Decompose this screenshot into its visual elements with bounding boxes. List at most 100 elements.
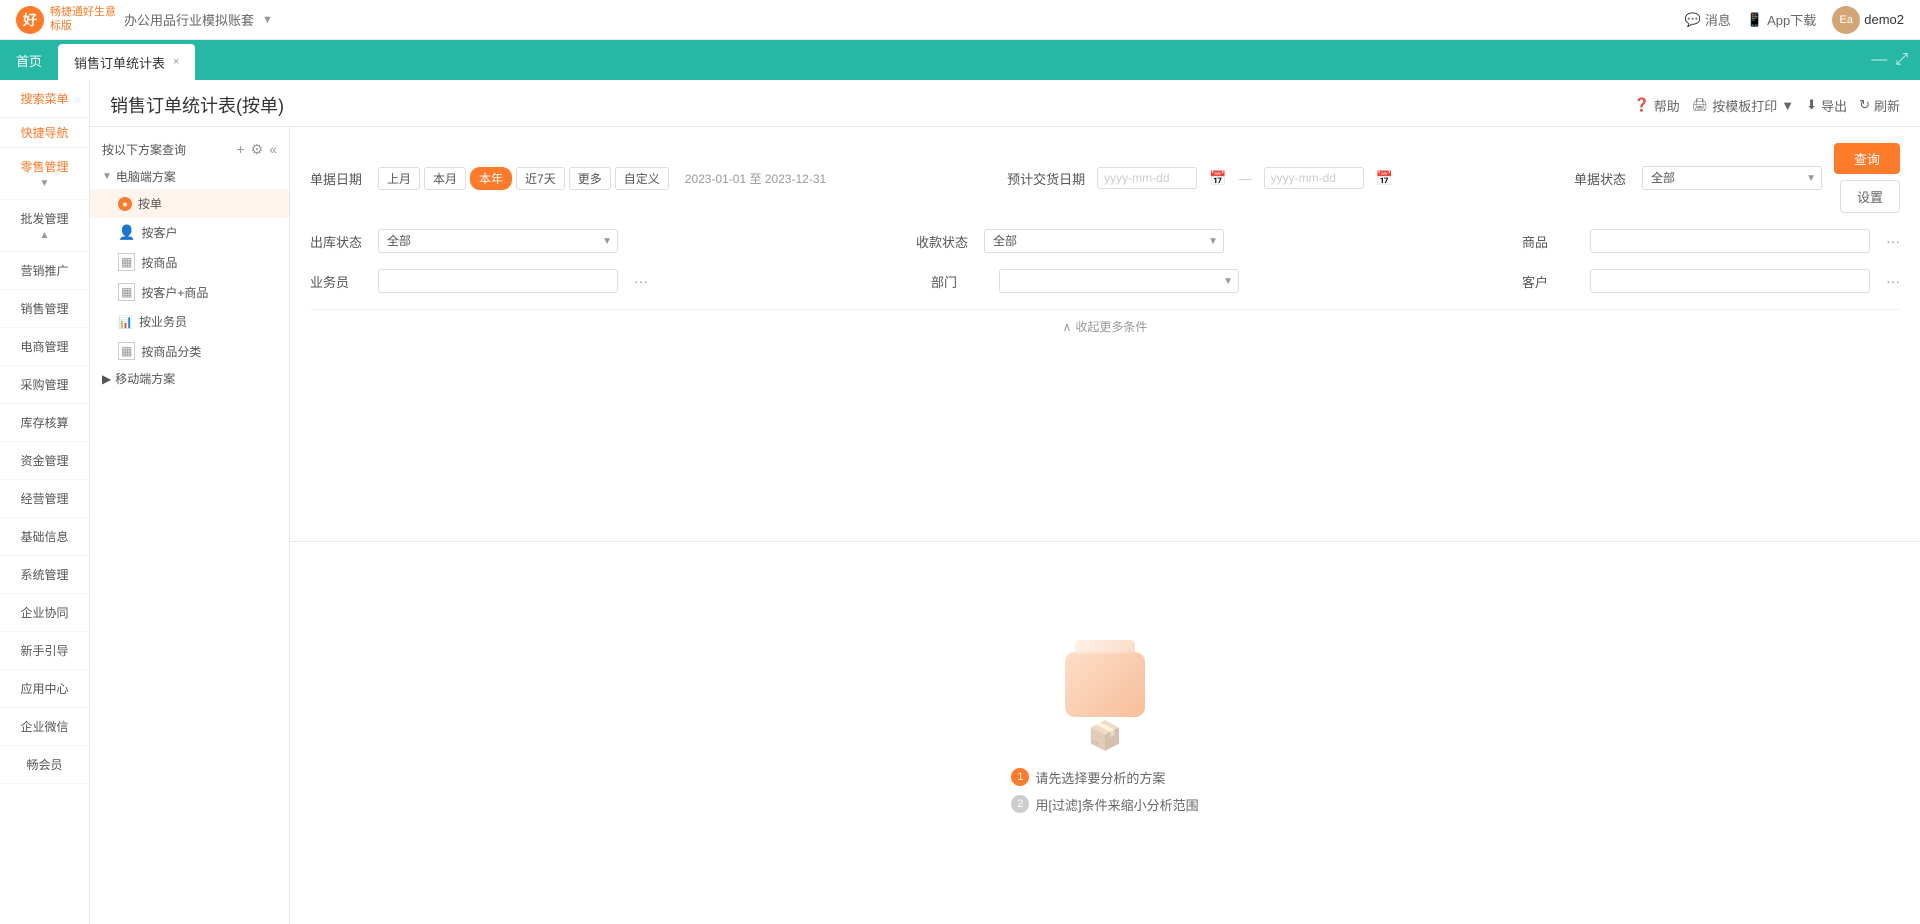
- message-icon: 💬: [1685, 12, 1701, 28]
- app-download-button[interactable]: 📱 App下载: [1747, 10, 1816, 29]
- empty-box-lid: [1075, 640, 1135, 654]
- user-area[interactable]: Ea demo2: [1832, 6, 1904, 34]
- salesperson-input[interactable]: [378, 269, 618, 293]
- scheme-collapse-icon[interactable]: «: [269, 141, 277, 158]
- scheme-panel-header: 按以下方案查询 + ⚙ «: [90, 135, 289, 164]
- sidebar-item-finance[interactable]: 资金管理: [0, 442, 89, 480]
- collapse-up-icon: ∧: [1063, 320, 1072, 334]
- sidebar-item-guide[interactable]: 新手引导: [0, 632, 89, 670]
- date-btn-last-month[interactable]: 上月: [378, 167, 420, 190]
- page-area: 销售订单统计表(按单) ❓ 帮助 🖨 按模板打印 ▼ ⬇ 导出: [90, 80, 1920, 924]
- scheme-panel-icons: + ⚙ «: [236, 141, 277, 158]
- settings-button[interactable]: 设置: [1840, 180, 1900, 213]
- salesperson-more-icon[interactable]: ···: [634, 273, 648, 289]
- user-name: demo2: [1864, 12, 1904, 27]
- date-btn-7days[interactable]: 近7天: [516, 167, 565, 190]
- sidebar-item-marketing[interactable]: 营销推广: [0, 252, 89, 290]
- bar-chart-icon: 📊: [118, 315, 133, 329]
- tab-bar: 首页 销售订单统计表 × — ⤢: [0, 40, 1920, 80]
- empty-hint-1: 1 请先选择要分析的方案: [1011, 768, 1198, 787]
- cal-from-icon[interactable]: 📅: [1209, 170, 1226, 187]
- sidebar-item-basic[interactable]: 基础信息: [0, 518, 89, 556]
- scheme-setting-icon[interactable]: ⚙: [251, 141, 264, 158]
- ship-status-select[interactable]: 全部 未出库 部分出库 全部出库: [378, 229, 618, 253]
- sidebar-item-inventory[interactable]: 库存核算: [0, 404, 89, 442]
- cal-to-icon[interactable]: 📅: [1376, 170, 1393, 187]
- sidebar-search[interactable]: 搜索菜单: [0, 80, 89, 118]
- goods-label: 商品: [1522, 232, 1578, 251]
- filter-action-col: 查询 设置: [1834, 143, 1900, 213]
- filter-row-3: 业务员 ··· 部门 ▼: [310, 269, 1900, 293]
- tab-maximize-icon[interactable]: ⤢: [1895, 51, 1908, 69]
- department-select[interactable]: [999, 269, 1239, 293]
- date-btn-custom[interactable]: 自定义: [615, 167, 669, 190]
- table2-icon: ▦: [118, 283, 135, 301]
- goods-input[interactable]: [1590, 229, 1870, 253]
- pay-status-select[interactable]: 全部 未收款 部分收款 全部收款: [984, 229, 1224, 253]
- pay-status-label: 收款状态: [916, 232, 972, 251]
- sidebar-item-member[interactable]: 畅会员: [0, 746, 89, 784]
- filter-area: 单据日期 上月 本月 本年 近7天 更多 自定义 2023-01-01 至 20…: [290, 127, 1920, 541]
- customer-label: 客户: [1522, 272, 1578, 291]
- person-icon: 👤: [118, 224, 135, 241]
- page-actions: ❓ 帮助 🖨 按模板打印 ▼ ⬇ 导出 ↻ 刷新: [1634, 96, 1900, 115]
- sidebar-item-wechat[interactable]: 企业微信: [0, 708, 89, 746]
- sidebar-quick-nav[interactable]: 快捷导航: [0, 118, 89, 148]
- collapse-bar[interactable]: ∧ 收起更多条件: [310, 309, 1900, 343]
- scheme-item-by-salesperson[interactable]: 📊 按业务员: [90, 307, 289, 336]
- top-bar-left: 好 畅捷通好生意 标版 办公用品行业模拟账套 ▼: [16, 6, 273, 34]
- tab-sales-report[interactable]: 销售订单统计表 ×: [58, 44, 195, 80]
- sidebar-item-sales[interactable]: 销售管理: [0, 290, 89, 328]
- mobile-section[interactable]: ▶ 移动端方案: [90, 366, 289, 391]
- expected-date-to-input[interactable]: [1264, 167, 1364, 189]
- sidebar-item-enterprise[interactable]: 企业协同: [0, 594, 89, 632]
- scheme-add-icon[interactable]: +: [236, 141, 244, 158]
- date-btn-more[interactable]: 更多: [569, 167, 611, 190]
- sidebar-item-operations[interactable]: 经营管理: [0, 480, 89, 518]
- refresh-button[interactable]: ↻ 刷新: [1859, 96, 1900, 115]
- goods-more-icon[interactable]: ···: [1886, 233, 1900, 249]
- department-select-wrapper: ▼: [999, 269, 1239, 293]
- empty-box-shape: [1065, 652, 1145, 717]
- empty-hint-2: 2 用[过滤]条件来缩小分析范围: [1011, 795, 1198, 814]
- date-btn-this-month[interactable]: 本月: [424, 167, 466, 190]
- content-body: 按以下方案查询 + ⚙ « ▼ 电脑端方案 ● 按单: [90, 127, 1920, 924]
- help-button[interactable]: ❓ 帮助: [1634, 96, 1680, 115]
- sidebar-item-ecommerce[interactable]: 电商管理: [0, 328, 89, 366]
- print-button[interactable]: 🖨 按模板打印 ▼: [1692, 96, 1794, 115]
- message-button[interactable]: 💬 消息: [1685, 10, 1731, 29]
- scheme-category-pc: ▼ 电脑端方案: [90, 164, 289, 189]
- sidebar-item-retail[interactable]: 零售管理 ▼: [0, 148, 89, 200]
- scheme-panel-title: 按以下方案查询: [102, 141, 186, 158]
- scheme-item-by-customer[interactable]: 👤 按客户: [90, 218, 289, 247]
- scheme-item-by-goods-category[interactable]: ▦ 按商品分类: [90, 336, 289, 366]
- export-icon: ⬇: [1806, 97, 1817, 113]
- refresh-icon: ↻: [1859, 97, 1870, 113]
- expected-date-from-input[interactable]: [1097, 167, 1197, 189]
- sidebar-item-system[interactable]: 系统管理: [0, 556, 89, 594]
- status-select[interactable]: 全部 待审核 已审核 已关闭: [1642, 166, 1822, 190]
- sidebar-item-purchase[interactable]: 采购管理: [0, 366, 89, 404]
- hint-num-2: 2: [1011, 795, 1029, 813]
- scheme-item-by-order[interactable]: ● 按单: [90, 189, 289, 218]
- sidebar-item-wholesale[interactable]: 批发管理 ▲: [0, 200, 89, 252]
- expected-date-label: 预计交货日期: [1007, 169, 1085, 188]
- sidebar-item-appcenter[interactable]: 应用中心: [0, 670, 89, 708]
- tab-minimize-icon[interactable]: —: [1871, 51, 1887, 69]
- page-title: 销售订单统计表(按单): [110, 92, 284, 118]
- app-dropdown-arrow[interactable]: ▼: [262, 14, 273, 26]
- scheme-item-by-goods[interactable]: ▦ 按商品: [90, 247, 289, 277]
- customer-more-icon[interactable]: ···: [1886, 273, 1900, 289]
- tab-home[interactable]: 首页: [0, 40, 58, 80]
- empty-box-icon: 📦: [1045, 719, 1165, 752]
- date-btn-this-year[interactable]: 本年: [470, 167, 512, 190]
- customer-input[interactable]: [1590, 269, 1870, 293]
- query-button[interactable]: 查询: [1834, 143, 1900, 174]
- app-title: 办公用品行业模拟账套: [124, 10, 254, 29]
- scheme-item-by-customer-goods[interactable]: ▦ 按客户+商品: [90, 277, 289, 307]
- print-dropdown-icon[interactable]: ▼: [1781, 98, 1794, 113]
- filter-row-1: 单据日期 上月 本月 本年 近7天 更多 自定义 2023-01-01 至 20…: [310, 143, 1900, 213]
- sidebar: 搜索菜单 快捷导航 零售管理 ▼ 批发管理 ▲ 营销推广 销售管理 电商管理 采…: [0, 80, 90, 924]
- tab-close-icon[interactable]: ×: [173, 56, 179, 68]
- export-button[interactable]: ⬇ 导出: [1806, 96, 1847, 115]
